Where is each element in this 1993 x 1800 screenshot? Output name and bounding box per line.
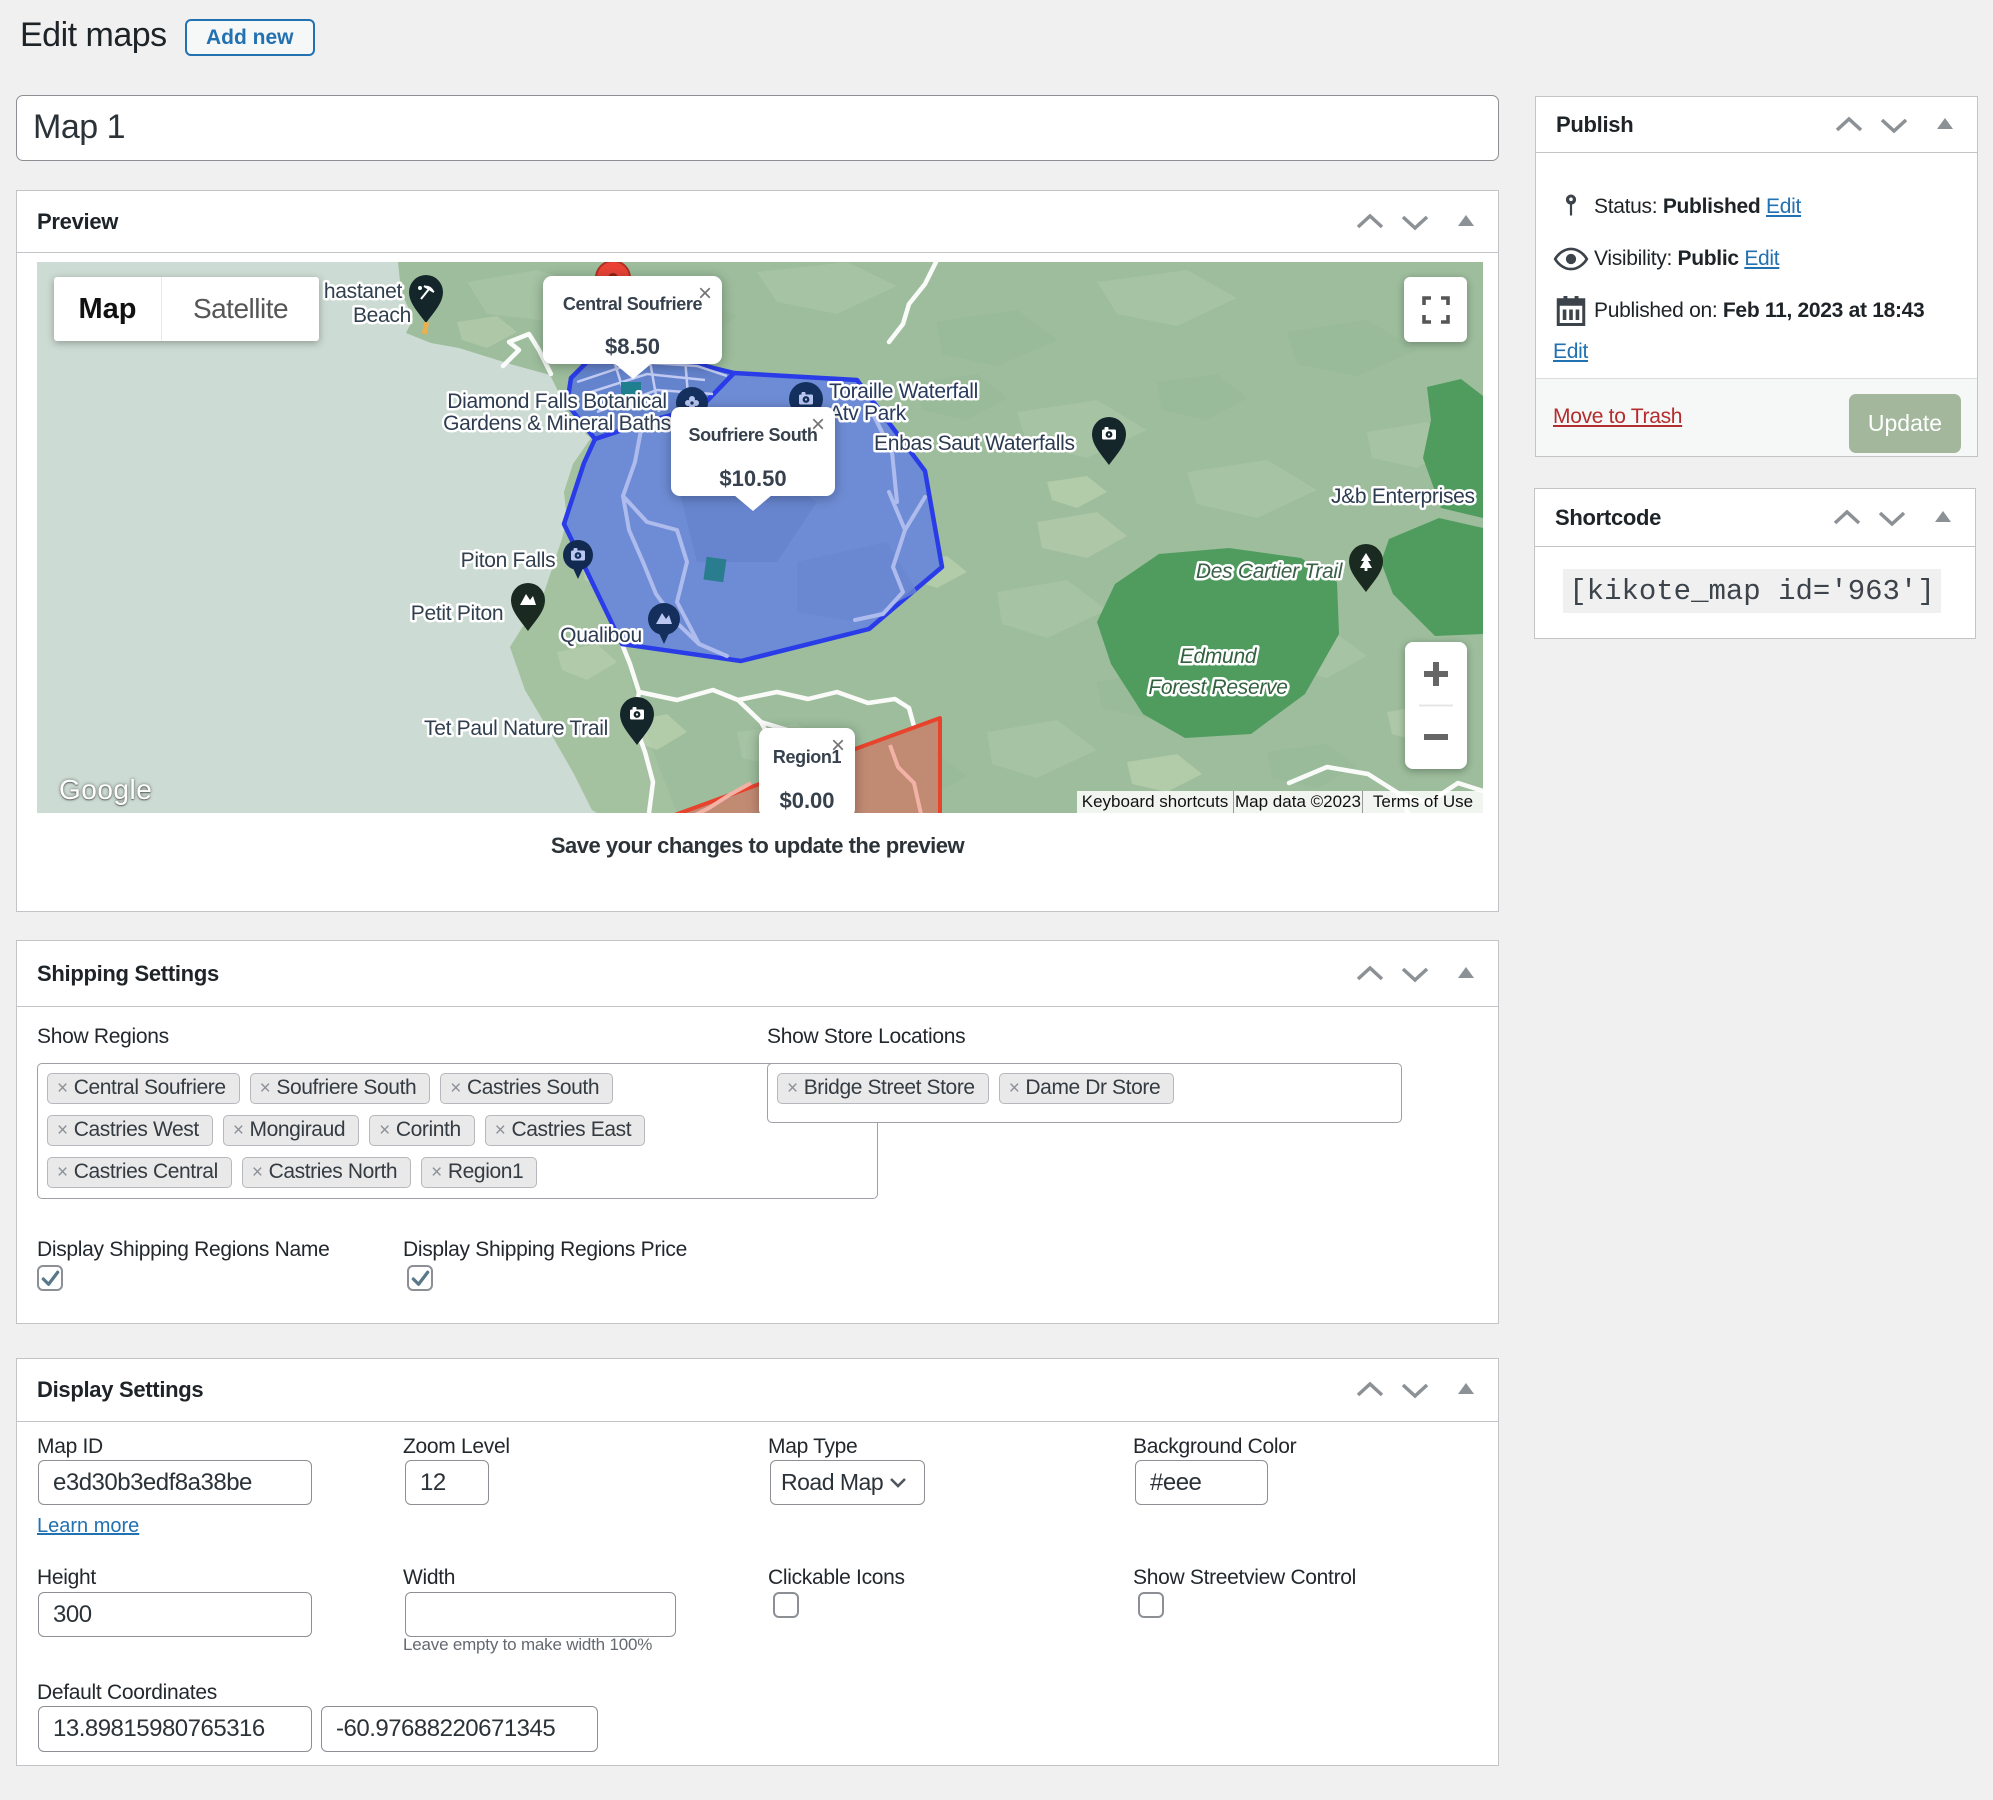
svg-text:Enbas Saut Waterfalls: Enbas Saut Waterfalls <box>874 432 1075 455</box>
svg-text:Des Cartier Trail: Des Cartier Trail <box>1196 560 1344 583</box>
svg-text:Atv Park: Atv Park <box>829 402 907 425</box>
svg-text:J&b Enterprises: J&b Enterprises <box>1331 485 1475 508</box>
svg-text:Piton Falls: Piton Falls <box>461 549 556 572</box>
svg-text:Tet Paul Nature Trail: Tet Paul Nature Trail <box>424 717 608 740</box>
svg-text:Petit Piton: Petit Piton <box>411 602 503 625</box>
svg-text:Diamond Falls Botanical: Diamond Falls Botanical <box>447 390 667 413</box>
svg-text:Qualibou: Qualibou <box>560 624 642 647</box>
svg-text:Forest Reserve: Forest Reserve <box>1148 676 1287 699</box>
svg-text:Toraille Waterfall: Toraille Waterfall <box>829 380 978 403</box>
svg-text:Beach: Beach <box>353 304 411 327</box>
svg-text:Gardens & Mineral Baths: Gardens & Mineral Baths <box>443 412 671 435</box>
svg-text:hastanet: hastanet <box>324 280 403 303</box>
svg-text:Edmund: Edmund <box>1180 645 1258 668</box>
